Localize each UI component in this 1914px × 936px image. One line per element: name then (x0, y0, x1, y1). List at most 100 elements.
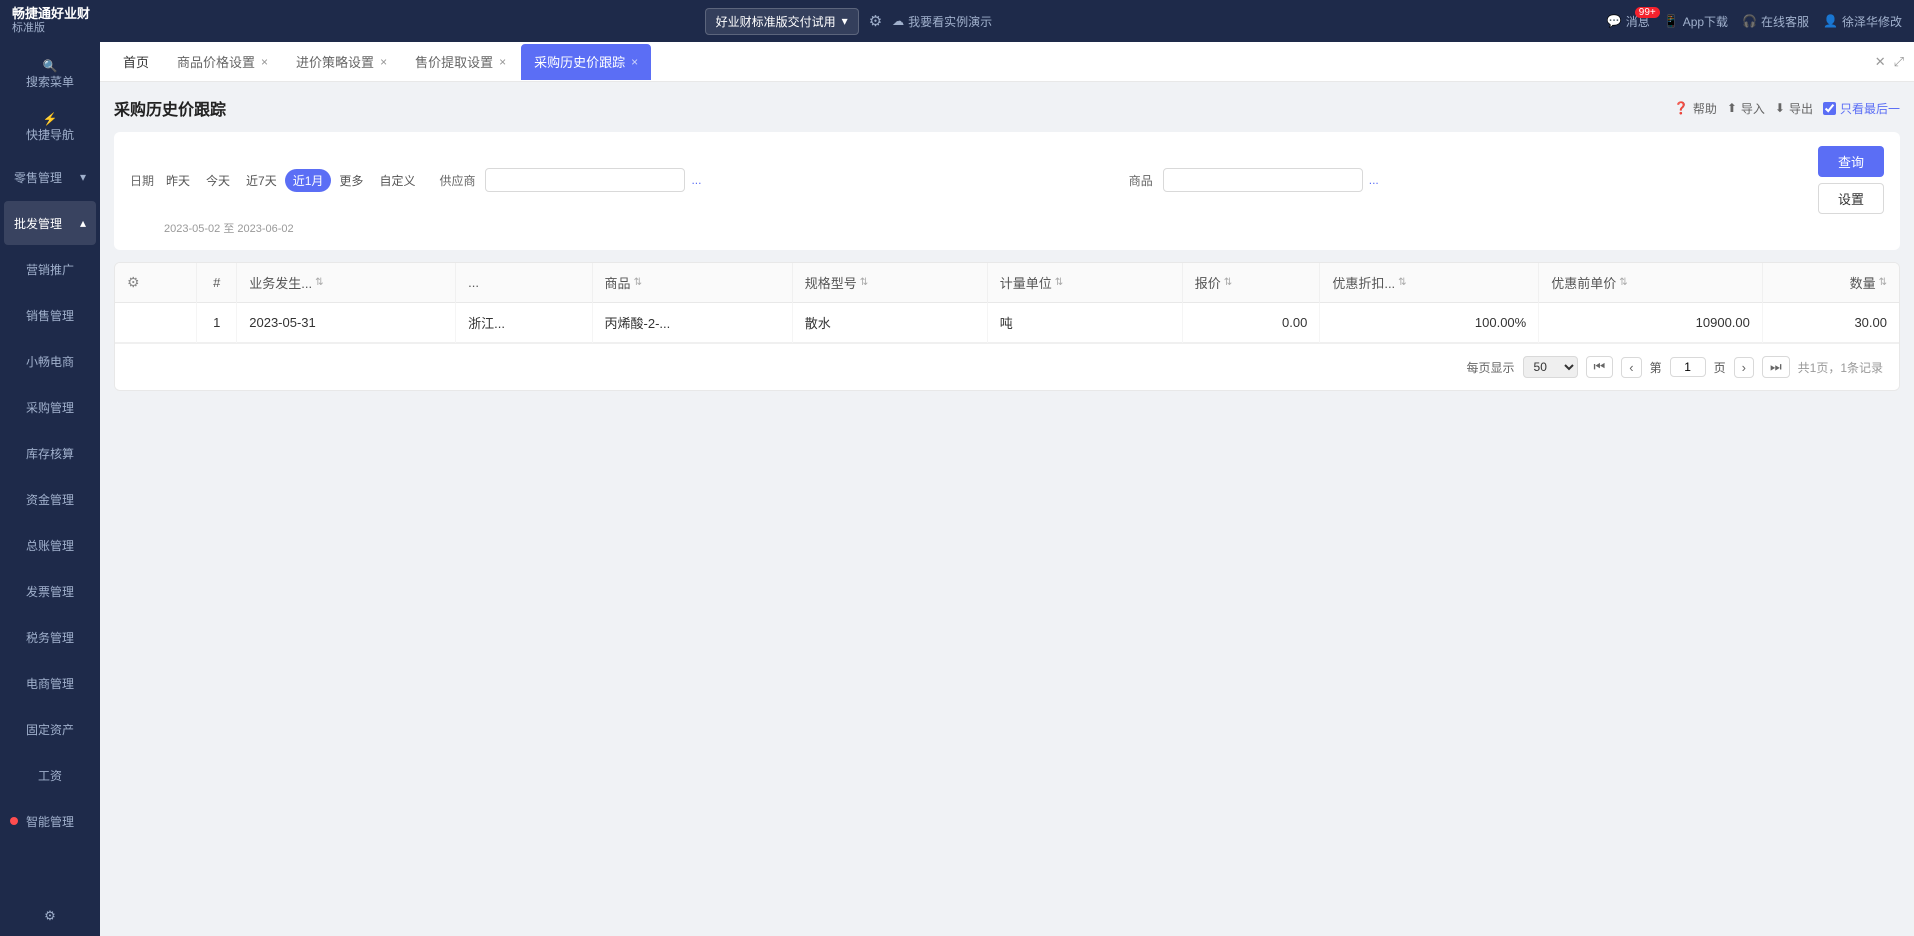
tab-home[interactable]: 首页 (110, 44, 162, 80)
per-page-label: 每页显示 (1467, 359, 1515, 376)
tab-history-price[interactable]: 采购历史价跟踪 × (521, 44, 651, 80)
sidebar-item-purchase[interactable]: 采购管理 (4, 385, 96, 429)
sidebar-item-retail[interactable]: 零售管理 ▾ (4, 155, 96, 199)
row-pre-discount-price: 10900.00 (1539, 303, 1763, 343)
sidebar-item-inventory[interactable]: 库存核算 (4, 431, 96, 475)
tab-price-close[interactable]: × (261, 55, 268, 69)
cloud-icon: ☁ (892, 14, 904, 28)
last-only-checkbox-label[interactable]: 只看最后一 (1823, 100, 1900, 117)
settings-row-btn[interactable]: 设置 (1818, 183, 1884, 214)
sidebar-item-fixed-assets[interactable]: 固定资产 (4, 707, 96, 751)
help-label: 帮助 (1693, 100, 1717, 117)
sidebar-item-ecommerce[interactable]: 电商管理 (4, 661, 96, 705)
col-pre-discount-price[interactable]: 优惠前单价⇅ (1539, 263, 1763, 303)
supplier-filter-label: 供应商 (439, 172, 475, 189)
sidebar-item-smart[interactable]: 智能管理 (4, 799, 96, 843)
top-bar-center: 好业财标准版交付试用 ▾ ⚙ ☁ 我要看实例演示 (705, 8, 993, 35)
sidebar-item-finance[interactable]: 资金管理 (4, 477, 96, 521)
goods-sort-icon: ⇅ (634, 277, 642, 288)
app-download-label: App下载 (1683, 13, 1728, 30)
page-content: 采购历史价跟踪 ❓ 帮助 ⬆ 导入 ⬇ 导出 (100, 82, 1914, 936)
col-goods[interactable]: 商品⇅ (592, 263, 792, 303)
last-page-btn[interactable]: ⏭ (1762, 356, 1790, 378)
supplier-more-btn[interactable]: ... (691, 173, 701, 187)
query-btn[interactable]: 查询 (1818, 146, 1884, 177)
col-spec[interactable]: 规格型号⇅ (792, 263, 987, 303)
first-page-btn[interactable]: ⏮ (1586, 356, 1614, 378)
tab-strategy-close[interactable]: × (380, 55, 387, 69)
export-btn[interactable]: ⬇ 导出 (1775, 100, 1813, 117)
tab-sale-price-close[interactable]: × (499, 55, 506, 69)
sidebar-item-invoice[interactable]: 发票管理 (4, 569, 96, 613)
date-btn-7days[interactable]: 近7天 (238, 169, 285, 192)
sidebar-search[interactable]: 🔍 搜索菜单 (4, 49, 96, 100)
import-btn[interactable]: ⬆ 导入 (1727, 100, 1765, 117)
messages-badge: 99+ (1635, 7, 1660, 18)
sidebar-item-marketing[interactable]: 营销推广 (4, 247, 96, 291)
sidebar-settings-btn[interactable]: ⚙ (0, 896, 100, 936)
date-btn-yesterday[interactable]: 昨天 (158, 169, 198, 192)
per-page-select[interactable]: 50 20 100 200 (1523, 356, 1578, 378)
tab-expand-icon[interactable]: ⤢ (1894, 54, 1904, 70)
demo-link[interactable]: ☁ 我要看实例演示 (892, 13, 992, 30)
col-date[interactable]: 业务发生...⇅ (237, 263, 456, 303)
date-btn-more[interactable]: 更多 (331, 169, 371, 192)
online-service-btn[interactable]: 🎧 在线客服 (1742, 13, 1809, 30)
date-btn-1month[interactable]: 近1月 (285, 169, 332, 192)
collapse-icon: ▴ (80, 216, 86, 230)
discount-sort-icon: ⇅ (1398, 277, 1406, 288)
date-btn-today[interactable]: 今天 (198, 169, 238, 192)
quantity-sort-icon: ⇅ (1879, 277, 1887, 288)
sidebar-item-tax[interactable]: 税务管理 (4, 615, 96, 659)
col-gear[interactable]: ⚙ (115, 263, 197, 303)
app-name: 畅捷通好业财 (12, 7, 90, 21)
supplier-filter: 供应商 ... (439, 168, 1112, 192)
next-page-btn[interactable]: › (1734, 357, 1754, 378)
col-discount[interactable]: 优惠折扣...⇅ (1320, 263, 1539, 303)
sidebar-quick-nav[interactable]: ⚡ 快捷导航 (4, 102, 96, 153)
general-ledger-label: 总账管理 (26, 537, 74, 554)
tab-history-price-close[interactable]: × (631, 55, 638, 69)
tab-sale-price-label: 售价提取设置 (415, 52, 493, 71)
sidebar-item-ecommerce-small[interactable]: 小畅电商 (4, 339, 96, 383)
headset-icon: 🎧 (1742, 14, 1757, 28)
sidebar-item-sales[interactable]: 销售管理 (4, 293, 96, 337)
tab-close-all-icon[interactable]: ✕ (1875, 54, 1886, 70)
row-gear[interactable] (115, 303, 197, 343)
col-unit[interactable]: 计量单位⇅ (987, 263, 1182, 303)
tab-strategy[interactable]: 进价策略设置 × (283, 44, 400, 80)
smart-dot (10, 817, 18, 825)
sidebar-item-salary[interactable]: 工资 (4, 753, 96, 797)
inventory-label: 库存核算 (26, 445, 74, 462)
sidebar: 🔍 搜索菜单 ⚡ 快捷导航 零售管理 ▾ 批发管理 ▴ 营销推广 销售管理 小畅… (0, 42, 100, 936)
wholesale-label: 批发管理 (14, 215, 62, 232)
marketing-label: 营销推广 (26, 261, 74, 278)
col-more[interactable]: ... (456, 263, 592, 303)
prev-page-btn[interactable]: ‹ (1621, 357, 1641, 378)
user-btn[interactable]: 👤 徐泽华修改 (1823, 13, 1902, 30)
tab-price[interactable]: 商品价格设置 × (164, 44, 281, 80)
app-download-btn[interactable]: 📱 App下载 (1664, 13, 1728, 30)
help-btn[interactable]: ❓ 帮助 (1674, 100, 1717, 117)
col-quantity[interactable]: 数量⇅ (1762, 263, 1899, 303)
messages-btn[interactable]: 💬 消息 99+ (1607, 13, 1650, 30)
sidebar-search-label: 搜索菜单 (26, 73, 74, 90)
sidebar-item-wholesale[interactable]: 批发管理 ▴ (4, 201, 96, 245)
supplier-input[interactable] (485, 168, 685, 192)
page-num-input[interactable] (1670, 357, 1706, 377)
col-quote[interactable]: 报价⇅ (1182, 263, 1320, 303)
goods-more-btn[interactable]: ... (1369, 173, 1379, 187)
settings-icon-btn[interactable]: ⚙ (865, 8, 886, 34)
col-num: # (197, 263, 237, 303)
export-label: 导出 (1789, 100, 1813, 117)
edition-selector[interactable]: 好业财标准版交付试用 ▾ (705, 8, 859, 35)
goods-filter: 商品 ... (1129, 168, 1802, 192)
settings-icon: ⚙ (44, 908, 56, 924)
sort-icon: ⇅ (315, 277, 323, 288)
last-only-checkbox[interactable] (1823, 102, 1836, 115)
sidebar-item-general-ledger[interactable]: 总账管理 (4, 523, 96, 567)
tab-sale-price[interactable]: 售价提取设置 × (402, 44, 519, 80)
date-btn-custom[interactable]: 自定义 (371, 169, 423, 192)
retail-label: 零售管理 (14, 169, 62, 186)
goods-input[interactable] (1163, 168, 1363, 192)
